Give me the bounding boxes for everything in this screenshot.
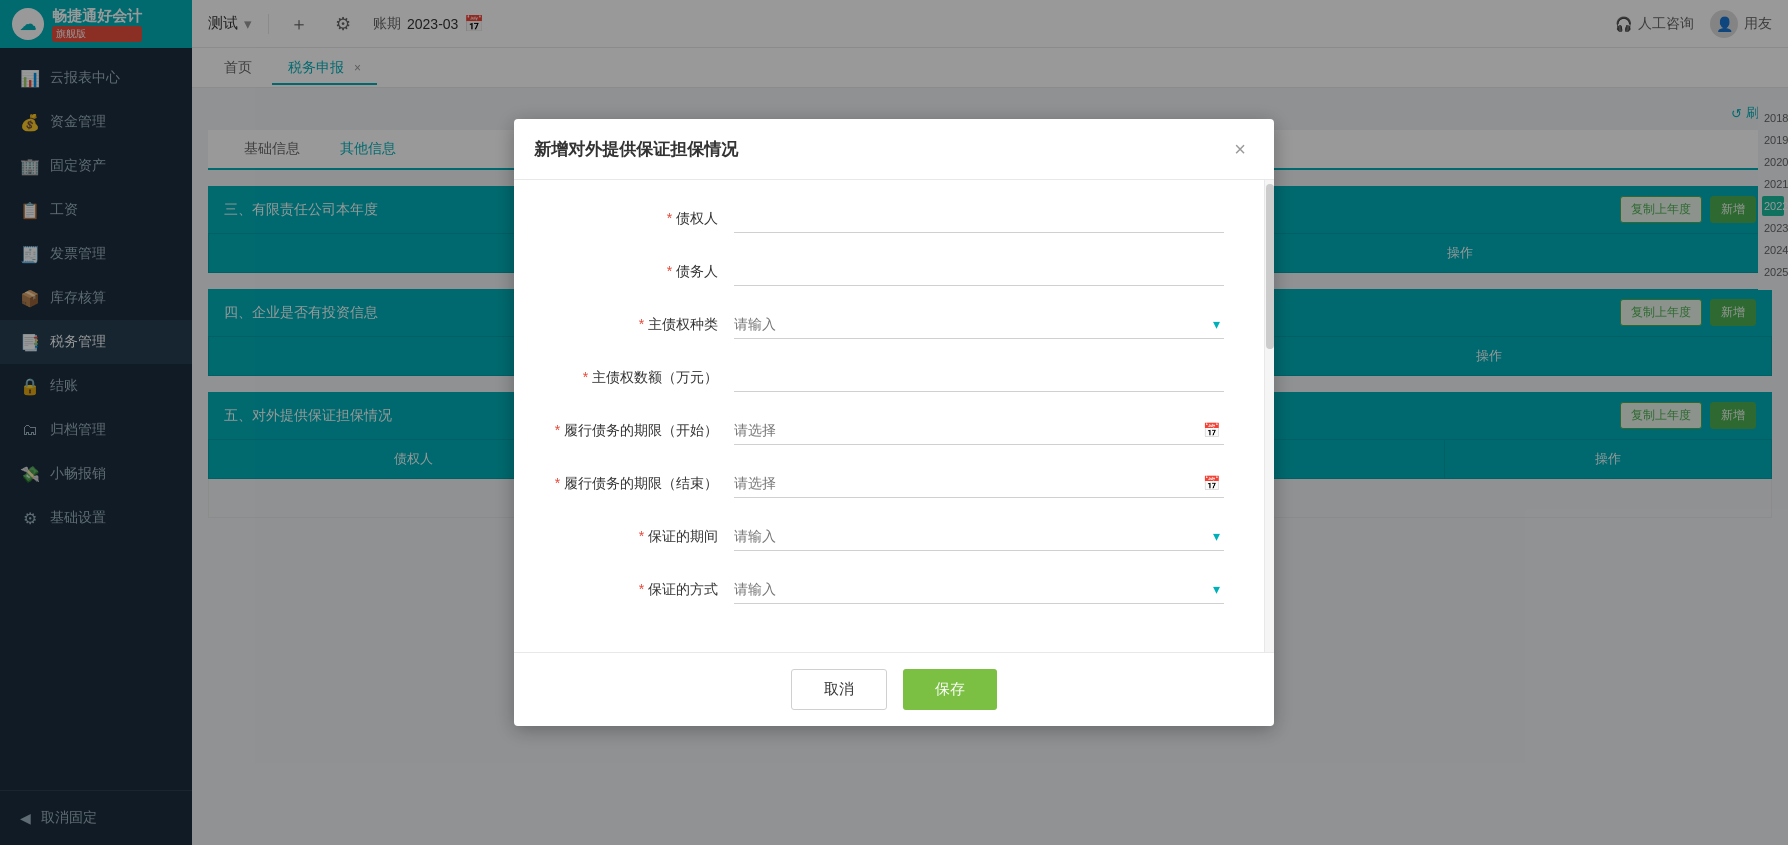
calendar-end-icon[interactable]: 📅: [1199, 475, 1224, 491]
modal-footer: 取消 保存: [514, 652, 1274, 726]
input-debtor[interactable]: [734, 257, 1224, 286]
form-row-claim-type: * 主债权种类 ▾: [554, 310, 1224, 339]
required-marker-6: *: [555, 475, 560, 491]
required-marker-7: *: [639, 528, 644, 544]
cancel-button[interactable]: 取消: [791, 669, 887, 710]
claim-type-chevron-icon[interactable]: ▾: [1209, 316, 1224, 332]
form-label-period-end: * 履行债务的期限（结束）: [554, 475, 734, 493]
form-row-creditor: * 债权人: [554, 204, 1224, 233]
date-period-start-wrap: 📅: [734, 416, 1224, 445]
form-row-debtor: * 债务人: [554, 257, 1224, 286]
modal-header: 新增对外提供保证担保情况 ×: [514, 119, 1274, 180]
modal-overlay: 新增对外提供保证担保情况 × * 债权人 * 债务人: [0, 0, 1788, 845]
modal-close-button[interactable]: ×: [1226, 135, 1254, 163]
modal-body: * 债权人 * 债务人 * 主债权种类: [514, 180, 1264, 652]
select-guarantee-period-wrap: ▾: [734, 522, 1224, 551]
modal-scrollbar[interactable]: [1264, 180, 1274, 652]
form-row-claim-amount: * 主债权数额（万元）: [554, 363, 1224, 392]
modal: 新增对外提供保证担保情况 × * 债权人 * 债务人: [514, 119, 1274, 726]
input-period-start[interactable]: [734, 416, 1199, 444]
guarantee-method-chevron-icon[interactable]: ▾: [1209, 581, 1224, 597]
guarantee-period-chevron-icon[interactable]: ▾: [1209, 528, 1224, 544]
required-marker-2: *: [667, 263, 672, 279]
form-label-guarantee-method: * 保证的方式: [554, 581, 734, 599]
input-period-end[interactable]: [734, 469, 1199, 497]
form-row-guarantee-method: * 保证的方式 ▾: [554, 575, 1224, 604]
input-claim-type[interactable]: [734, 310, 1209, 338]
input-claim-amount[interactable]: [734, 363, 1224, 392]
input-guarantee-method[interactable]: [734, 575, 1209, 603]
save-button[interactable]: 保存: [903, 669, 997, 710]
required-marker-3: *: [639, 316, 644, 332]
form-row-period-start: * 履行债务的期限（开始） 📅: [554, 416, 1224, 445]
required-marker-4: *: [583, 369, 588, 385]
form-row-period-end: * 履行债务的期限（结束） 📅: [554, 469, 1224, 498]
select-guarantee-method-wrap: ▾: [734, 575, 1224, 604]
modal-scrollbar-thumb: [1266, 184, 1274, 349]
select-claim-type-wrap: ▾: [734, 310, 1224, 339]
form-label-debtor: * 债务人: [554, 263, 734, 281]
input-creditor[interactable]: [734, 204, 1224, 233]
required-marker-8: *: [639, 581, 644, 597]
input-guarantee-period[interactable]: [734, 522, 1209, 550]
required-marker: *: [667, 210, 672, 226]
form-label-guarantee-period: * 保证的期间: [554, 528, 734, 546]
form-label-claim-amount: * 主债权数额（万元）: [554, 369, 734, 387]
form-label-claim-type: * 主债权种类: [554, 316, 734, 334]
modal-title: 新增对外提供保证担保情况: [534, 138, 738, 161]
form-label-period-start: * 履行债务的期限（开始）: [554, 422, 734, 440]
form-row-guarantee-period: * 保证的期间 ▾: [554, 522, 1224, 551]
required-marker-5: *: [555, 422, 560, 438]
form-label-creditor: * 债权人: [554, 210, 734, 228]
date-period-end-wrap: 📅: [734, 469, 1224, 498]
calendar-start-icon[interactable]: 📅: [1199, 422, 1224, 438]
